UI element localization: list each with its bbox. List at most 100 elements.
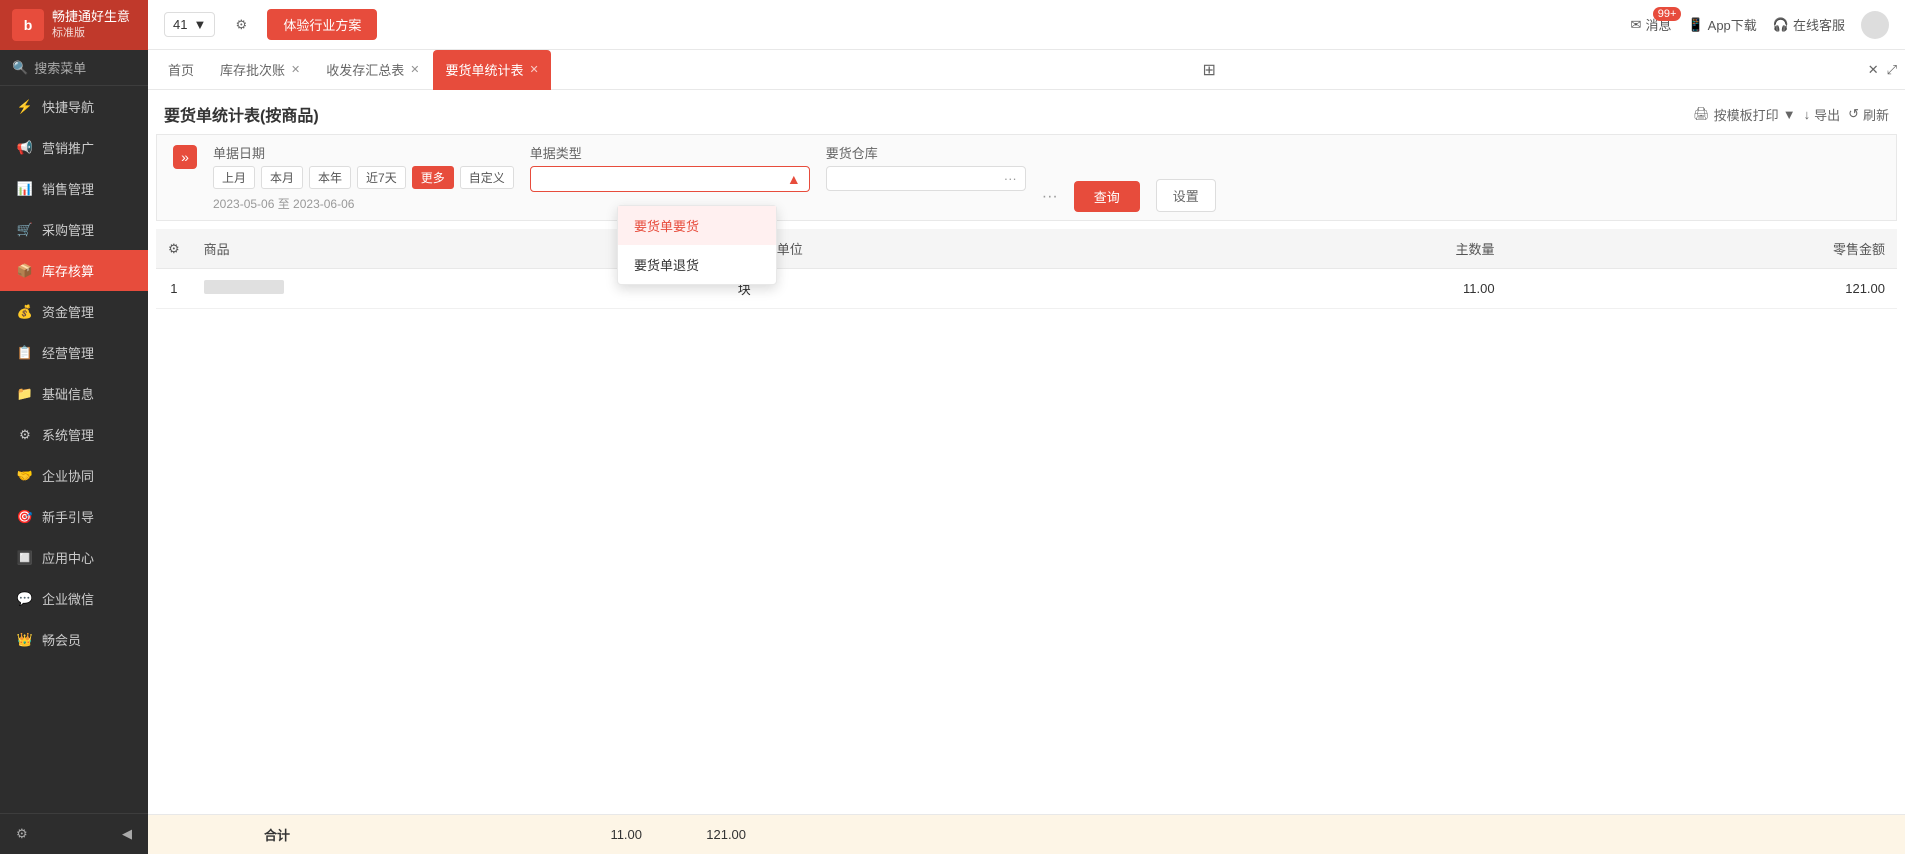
filter-date-last-7-days[interactable]: 近7天 (357, 166, 406, 189)
marketing-icon: 📢 (16, 139, 34, 157)
export-icon: ↓ (1804, 107, 1811, 122)
header-settings-btn[interactable]: ⚙ (227, 11, 255, 39)
main-content: 41 ▼ ⚙ 体验行业方案 ✉ 消息 99+ 📱 App下载 🎧 在线客服 (148, 0, 1905, 854)
tab-bar-close-icon[interactable]: ✕ (1868, 62, 1879, 78)
sidebar-header: b 畅捷通好生意 标准版 (0, 0, 148, 50)
filter-date-range: 2023-05-06 至 2023-06-06 (213, 195, 514, 212)
online-service-action[interactable]: 🎧 在线客服 (1773, 15, 1845, 34)
sales-icon: 📊 (16, 180, 34, 198)
page-title: 要货单统计表(按商品) (164, 102, 319, 126)
sidebar-item-marketing[interactable]: 📢 营销推广 (0, 127, 148, 168)
store-chevron-icon: ▼ (193, 17, 206, 32)
filter-warehouse-select[interactable]: ··· (826, 166, 1026, 191)
sidebar-item-inventory[interactable]: 📦 库存核算 (0, 250, 148, 291)
print-btn[interactable]: 🖨 按模板打印 ▼ (1693, 105, 1795, 124)
print-icon: 🖨 (1693, 106, 1710, 122)
sidebar-search[interactable]: 🔍 搜索菜单 (0, 50, 148, 86)
store-selector[interactable]: 41 ▼ (164, 12, 215, 37)
app-download-action[interactable]: 📱 App下载 (1687, 15, 1756, 34)
tab-bar-expand-icon[interactable]: ⤢ (1887, 62, 1897, 78)
phone-icon: 📱 (1687, 17, 1703, 33)
footer-total-amount: 121.00 (666, 827, 746, 842)
user-avatar[interactable] (1861, 11, 1889, 39)
filter-type-dropdown: 要货单要货 要货单退货 (617, 205, 777, 285)
tab-order-summary[interactable]: 要货单统计表 ✕ (433, 50, 550, 90)
table-container: ⚙ 商品 主计量单位 主数量 零售金额 1 块 11.00 (156, 229, 1897, 806)
table-body: 1 块 11.00 121.00 (156, 269, 1897, 309)
filter-date-label: 单据日期 (213, 143, 514, 162)
guide-icon: 🎯 (16, 508, 34, 526)
sidebar-item-quick-nav[interactable]: ⚡ 快捷导航 (0, 86, 148, 127)
search-icon: 🔍 (12, 60, 28, 76)
page-actions: 🖨 按模板打印 ▼ ↓ 导出 ↺ 刷新 (1693, 105, 1889, 124)
top-header: 41 ▼ ⚙ 体验行业方案 ✉ 消息 99+ 📱 App下载 🎧 在线客服 (148, 0, 1905, 50)
refresh-icon: ↺ (1848, 106, 1859, 122)
sidebar-nav: ⚡ 快捷导航 📢 营销推广 📊 销售管理 🛒 采购管理 📦 库存核算 💰 资金管… (0, 86, 148, 813)
table-col-quantity: 主数量 (1183, 229, 1507, 269)
filter-date-custom[interactable]: 自定义 (460, 166, 514, 189)
footer-total-label: 合计 (264, 825, 290, 844)
filter-query-btn[interactable]: 查询 (1074, 181, 1140, 212)
sidebar-item-members[interactable]: 👑 畅会员 (0, 619, 148, 660)
sidebar-item-purchase[interactable]: 🛒 采购管理 (0, 209, 148, 250)
tab-home[interactable]: 首页 (156, 50, 206, 90)
sidebar-item-enterprise[interactable]: 🤝 企业协同 (0, 455, 148, 496)
table-cell-index: 1 (156, 269, 192, 309)
tab-inventory-batch[interactable]: 库存批次账 ✕ (208, 50, 312, 90)
finance-icon: 💰 (16, 303, 34, 321)
basic-icon: 📁 (16, 385, 34, 403)
sidebar-item-sales[interactable]: 📊 销售管理 (0, 168, 148, 209)
wechat-icon: 💬 (16, 590, 34, 608)
tab-close-collection-summary[interactable]: ✕ (410, 63, 419, 76)
operation-icon: 📋 (16, 344, 34, 362)
filter-warehouse-more-icon: ··· (1004, 171, 1017, 186)
sidebar-item-system[interactable]: ⚙ 系统管理 (0, 414, 148, 455)
filter-settings-btn[interactable]: 设置 (1156, 179, 1216, 212)
app-title: 畅捷通好生意 标准版 (52, 9, 130, 40)
filter-type-group: 单据类型 ▲ (530, 143, 810, 192)
sidebar-item-basic[interactable]: 📁 基础信息 (0, 373, 148, 414)
tab-expand-btn[interactable]: ⊞ (1203, 60, 1216, 80)
sidebar-footer: ⚙ ◀ (0, 813, 148, 854)
sidebar-item-finance[interactable]: 💰 资金管理 (0, 291, 148, 332)
app-logo: b (12, 9, 44, 41)
table-footer: 合计 11.00 121.00 (148, 814, 1905, 854)
members-icon: 👑 (16, 631, 34, 649)
table-cell-quantity: 11.00 (1183, 269, 1507, 309)
trial-btn[interactable]: 体验行业方案 (267, 9, 377, 40)
filter-type-select-arrow-icon: ▲ (787, 171, 801, 187)
sidebar-item-appstore[interactable]: 🔲 应用中心 (0, 537, 148, 578)
table-cell-amount: 121.00 (1507, 269, 1897, 309)
tab-close-inventory-batch[interactable]: ✕ (291, 63, 300, 76)
export-btn[interactable]: ↓ 导出 (1804, 105, 1841, 124)
service-icon: 🎧 (1773, 17, 1789, 33)
sidebar-collapse-btn[interactable]: ◀ (122, 826, 132, 842)
refresh-btn[interactable]: ↺ 刷新 (1848, 105, 1889, 124)
sidebar-item-operation[interactable]: 📋 经营管理 (0, 332, 148, 373)
filter-date-more[interactable]: 更多 (412, 166, 454, 189)
message-icon: ✉ (1631, 17, 1642, 33)
filter-toggle-btn[interactable]: » (173, 145, 197, 169)
filter-date-this-year[interactable]: 本年 (309, 166, 351, 189)
inventory-icon: 📦 (16, 262, 34, 280)
filter-type-select[interactable]: ▲ (530, 166, 810, 192)
table-col-unit: 主计量单位 (726, 229, 1183, 269)
tab-collection-summary[interactable]: 收发存汇总表 ✕ (314, 50, 431, 90)
quick-nav-icon: ⚡ (16, 98, 34, 116)
messages-action[interactable]: ✉ 消息 99+ (1631, 15, 1672, 34)
sidebar-item-wechat[interactable]: 💬 企业微信 (0, 578, 148, 619)
filter-date-last-month[interactable]: 上月 (213, 166, 255, 189)
table-col-settings[interactable]: ⚙ (156, 229, 192, 269)
appstore-icon: 🔲 (16, 549, 34, 567)
sidebar-item-guide[interactable]: 🎯 新手引导 (0, 496, 148, 537)
footer-settings-icon[interactable]: ⚙ (16, 826, 28, 842)
settings-icon: ⚙ (236, 17, 248, 33)
page-title-bar: 要货单统计表(按商品) 🖨 按模板打印 ▼ ↓ 导出 ↺ 刷新 (148, 90, 1905, 134)
filter-date-options: 上月 本月 本年 近7天 更多 自定义 (213, 166, 514, 189)
filter-more-btn[interactable]: ··· (1042, 188, 1058, 212)
filter-date-this-month[interactable]: 本月 (261, 166, 303, 189)
dropdown-item-order-return[interactable]: 要货单退货 (618, 245, 776, 284)
dropdown-item-order-goods[interactable]: 要货单要货 (618, 206, 776, 245)
tab-close-order-summary[interactable]: ✕ (530, 63, 539, 76)
filter-type-label: 单据类型 (530, 143, 810, 162)
